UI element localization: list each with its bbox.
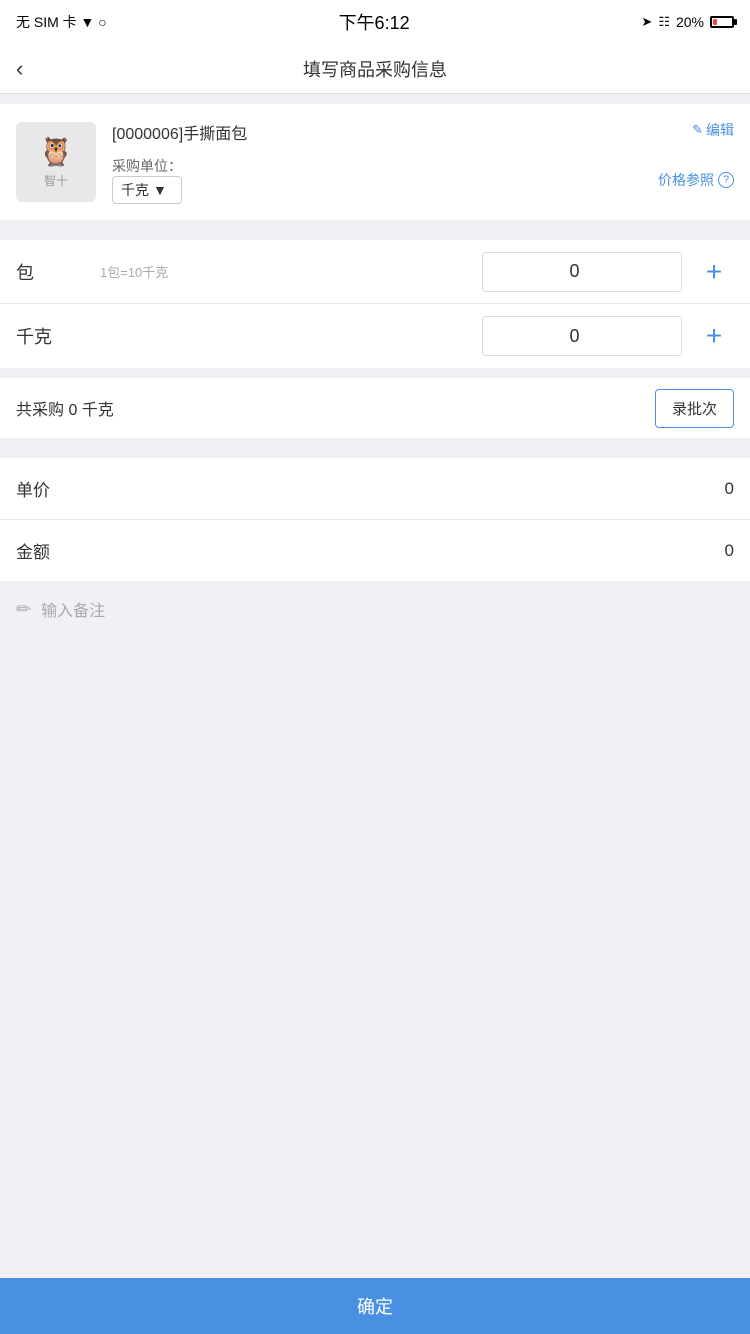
summary-row: 共采购 0 千克 录批次 (0, 378, 750, 438)
status-bar: 无 SIM 卡 ▼ ○ 下午6:12 ➤ ☷ 20% (0, 0, 750, 44)
info-section: 单价 0 金额 0 (0, 458, 750, 581)
amount-value: 0 (725, 541, 734, 561)
unit-price-label: 单价 (16, 476, 50, 501)
bag-sublabel: 1包=10千克 (100, 262, 168, 281)
status-battery: ➤ ☷ 20% (641, 14, 734, 30)
batch-button[interactable]: 录批次 (655, 389, 734, 428)
price-ref-button[interactable]: 价格参照 ? (658, 170, 734, 190)
mid-separator-2 (0, 438, 750, 448)
back-button[interactable]: ‹ (16, 56, 23, 82)
help-icon: ? (718, 172, 734, 188)
alarm-icon: ☷ (658, 14, 670, 30)
edit-icon: ✎ (692, 122, 703, 138)
content-filler (0, 661, 750, 991)
top-separator (0, 94, 750, 104)
location-icon: ➤ (641, 14, 652, 30)
notes-placeholder: 输入备注 (41, 597, 105, 621)
bag-quantity-input[interactable] (482, 252, 682, 292)
amount-label: 金额 (16, 538, 50, 563)
kg-label: 千克 (16, 323, 96, 349)
summary-text: 共采购 0 千克 (16, 396, 114, 420)
unit-price-value: 0 (725, 479, 734, 499)
nav-bar: ‹ 填写商品采购信息 (0, 44, 750, 94)
kg-input-row: 千克 + (0, 304, 750, 368)
mid-separator-1 (0, 220, 750, 230)
product-card: 🦉 智十 [0000006]手撕面包 ✎ 编辑 采购单位： 千克 ▼ 价格参照 (0, 104, 750, 220)
bag-input-row: 包 1包=10千克 + (0, 240, 750, 304)
battery-icon (710, 16, 734, 28)
input-section: 包 1包=10千克 + 千克 + (0, 240, 750, 368)
brand-label: 智十 (44, 172, 68, 189)
product-info: [0000006]手撕面包 ✎ 编辑 采购单位： 千克 ▼ 价格参照 ? (112, 120, 734, 204)
battery-percent: 20% (676, 14, 704, 30)
unit-label: 采购单位： 千克 ▼ (112, 156, 182, 204)
status-time: 下午6:12 (339, 9, 410, 35)
bag-plus-button[interactable]: + (694, 252, 734, 292)
kg-plus-button[interactable]: + (694, 316, 734, 356)
status-signal: 无 SIM 卡 ▼ ○ (16, 12, 107, 32)
dropdown-icon: ▼ (153, 182, 167, 198)
owl-icon: 🦉 (39, 135, 74, 168)
product-name: [0000006]手撕面包 (112, 120, 247, 144)
unit-select[interactable]: 千克 ▼ (112, 176, 182, 204)
unit-price-row: 单价 0 (0, 458, 750, 520)
notes-section[interactable]: ✏ 输入备注 (0, 581, 750, 661)
bag-label: 包 (16, 259, 96, 285)
page-title: 填写商品采购信息 (303, 56, 447, 82)
confirm-button-label: 确定 (357, 1293, 393, 1319)
confirm-button[interactable]: 确定 (0, 1278, 750, 1334)
amount-row: 金额 0 (0, 520, 750, 581)
edit-link[interactable]: ✎ 编辑 (692, 120, 734, 140)
kg-quantity-input[interactable] (482, 316, 682, 356)
product-image: 🦉 智十 (16, 122, 96, 202)
pencil-icon: ✏ (16, 599, 31, 620)
